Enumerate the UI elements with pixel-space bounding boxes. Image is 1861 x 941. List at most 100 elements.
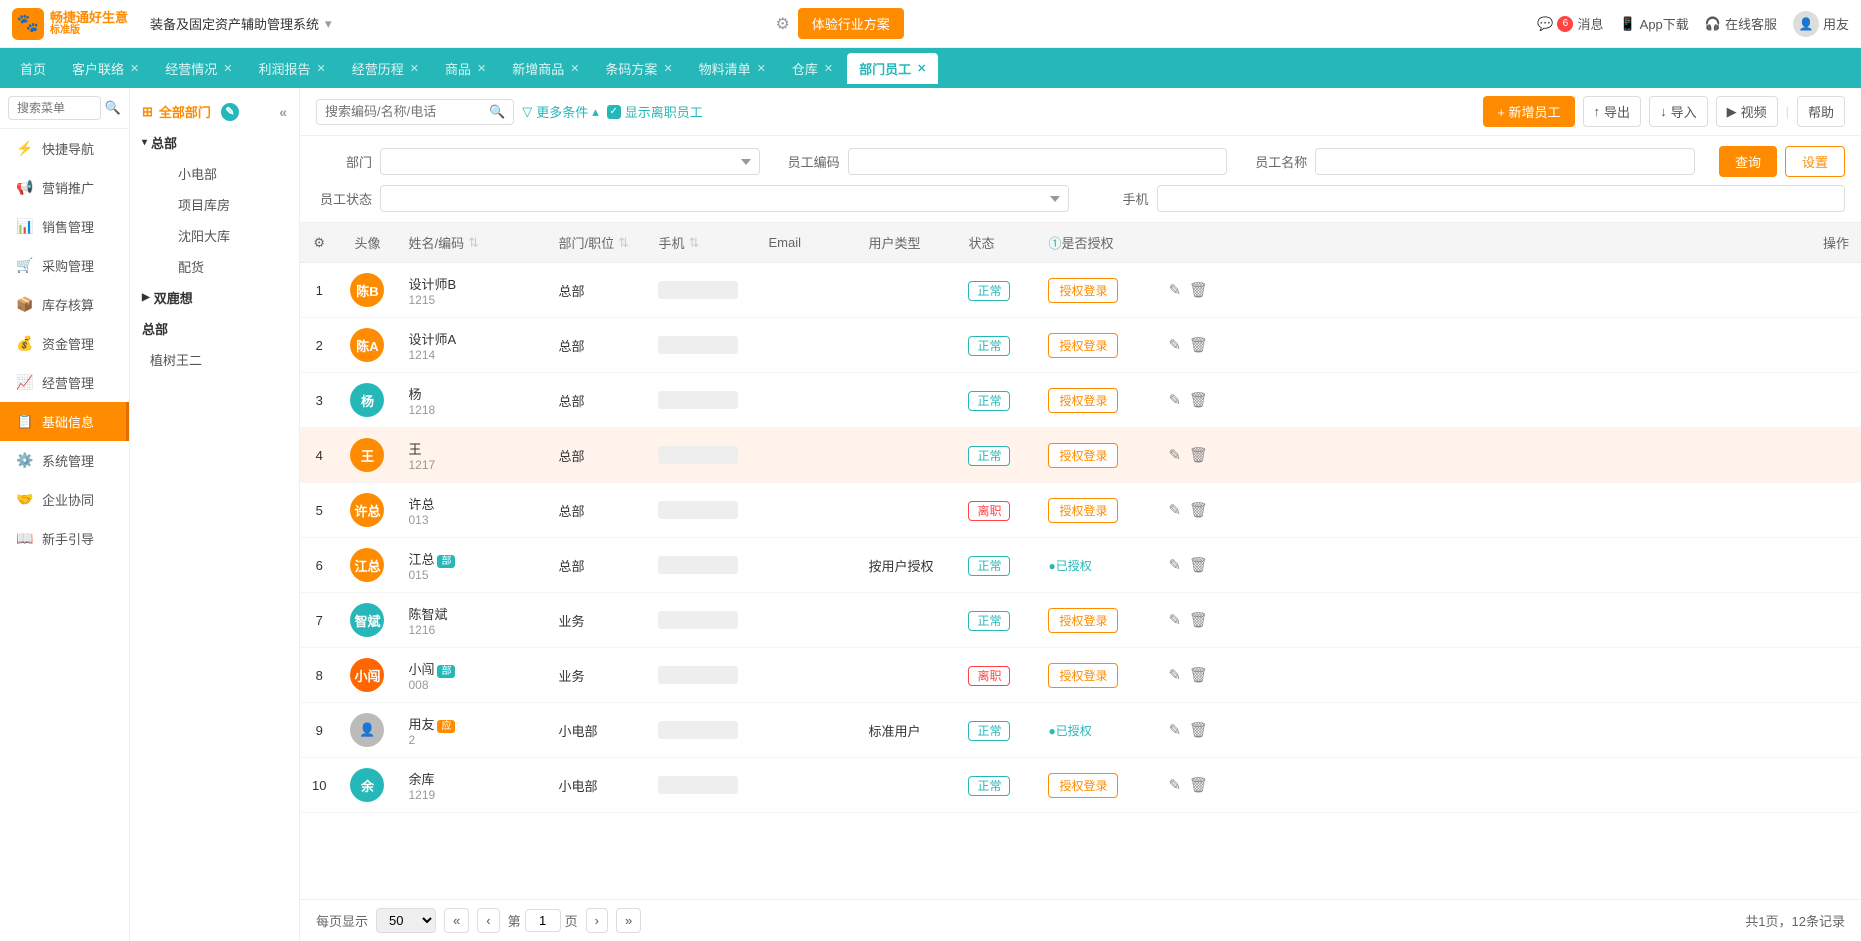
prev-page-btn[interactable]: ‹ <box>477 908 499 933</box>
tab-home[interactable]: 首页 <box>8 53 58 84</box>
status-select[interactable] <box>380 185 1069 212</box>
th-phone[interactable]: 手机 ⇅ <box>646 223 756 263</box>
delete-btn[interactable]: 🗑 <box>1189 281 1208 299</box>
edit-btn[interactable]: ✎ <box>1168 336 1181 354</box>
set-btn[interactable]: 设置 <box>1785 146 1845 177</box>
auth-btn[interactable]: 授权登录 <box>1048 443 1118 468</box>
auth-btn[interactable]: 授权登录 <box>1048 773 1118 798</box>
tab-warehouse[interactable]: 仓库✕ <box>780 53 845 84</box>
sidebar-item-management[interactable]: 📈 经营管理 <box>0 363 129 402</box>
emp-name-input[interactable] <box>1315 148 1695 175</box>
sidebar-item-finance[interactable]: 💰 资金管理 <box>0 324 129 363</box>
sidebar-item-marketing[interactable]: 📢 营销推广 <box>0 168 129 207</box>
delete-btn[interactable]: 🗑 <box>1189 391 1208 409</box>
close-new-goods-tab[interactable]: ✕ <box>570 62 579 75</box>
help-btn[interactable]: 帮助 <box>1797 96 1845 127</box>
close-history-tab[interactable]: ✕ <box>410 62 419 75</box>
sidebar-item-basic-info[interactable]: 📋 基础信息 <box>0 402 129 441</box>
more-filter-btn[interactable]: ▽ 更多条件 ▴ <box>522 102 599 121</box>
dept-item-peihuo[interactable]: 配货 <box>158 251 299 282</box>
delete-btn[interactable]: 🗑 <box>1189 721 1208 739</box>
edit-btn[interactable]: ✎ <box>1168 666 1181 684</box>
edit-btn[interactable]: ✎ <box>1168 611 1181 629</box>
tab-department[interactable]: 部门员工✕ <box>847 53 938 84</box>
edit-btn[interactable]: ✎ <box>1168 501 1181 519</box>
tab-history[interactable]: 经营历程✕ <box>340 53 431 84</box>
view-btn[interactable]: ▶ 视频 <box>1716 96 1778 127</box>
th-dept[interactable]: 部门/职位 ⇅ <box>546 223 646 263</box>
tab-goods[interactable]: 商品✕ <box>433 53 498 84</box>
auth-btn[interactable]: 授权登录 <box>1048 663 1118 688</box>
online-service-btn[interactable]: 🎧 在线客服 <box>1705 14 1777 33</box>
edit-btn[interactable]: ✎ <box>1168 281 1181 299</box>
delete-btn[interactable]: 🗑 <box>1189 501 1208 519</box>
page-current-input[interactable] <box>525 909 561 932</box>
close-bom-tab[interactable]: ✕ <box>757 62 766 75</box>
delete-btn[interactable]: 🗑 <box>1189 336 1208 354</box>
next-page-btn[interactable]: › <box>586 908 608 933</box>
sidebar-item-system[interactable]: ⚙️ 系统管理 <box>0 441 129 480</box>
sidebar-search-input[interactable] <box>8 96 101 120</box>
search-input[interactable] <box>325 104 485 119</box>
edit-btn[interactable]: ✎ <box>1168 446 1181 464</box>
page-size-select[interactable]: 50 20 100 <box>376 908 436 933</box>
gear-icon[interactable]: ⚙ <box>775 14 789 34</box>
auth-btn[interactable]: 授权登录 <box>1048 278 1118 303</box>
phone-input[interactable] <box>1157 185 1846 212</box>
tab-barcode[interactable]: 条码方案✕ <box>593 53 684 84</box>
query-btn[interactable]: 查询 <box>1719 146 1777 177</box>
delete-btn[interactable]: 🗑 <box>1189 611 1208 629</box>
tab-customer[interactable]: 客户联络✕ <box>60 53 151 84</box>
dept-item-zhishu[interactable]: 植树王二 <box>130 344 299 375</box>
dept-item-xiangmukufang[interactable]: 项目库房 <box>158 189 299 220</box>
close-barcode-tab[interactable]: ✕ <box>663 62 672 75</box>
auth-btn[interactable]: 授权登录 <box>1048 333 1118 358</box>
auth-btn[interactable]: 授权登录 <box>1048 388 1118 413</box>
dept-tree-header[interactable]: ⊞ 全部部门 ✎ « <box>130 96 299 127</box>
export-btn[interactable]: ↑ 导出 <box>1583 96 1642 127</box>
edit-btn[interactable]: ✎ <box>1168 776 1181 794</box>
show-resigned-checkbox[interactable]: 显示离职员工 <box>607 102 703 121</box>
sidebar-item-cooperation[interactable]: 🤝 企业协同 <box>0 480 129 519</box>
message-btn[interactable]: 💬 6 消息 <box>1537 14 1603 33</box>
last-page-btn[interactable]: » <box>616 908 641 933</box>
close-profit-tab[interactable]: ✕ <box>317 62 326 75</box>
dept-collapse-btn[interactable]: « <box>279 104 287 120</box>
auth-btn[interactable]: 授权登录 <box>1048 498 1118 523</box>
auth-btn[interactable]: 授权登录 <box>1048 608 1118 633</box>
sidebar-item-sales[interactable]: 📊 销售管理 <box>0 207 129 246</box>
dept-edit-icon[interactable]: ✎ <box>221 103 239 121</box>
import-btn[interactable]: ↓ 导入 <box>1649 96 1708 127</box>
dept-select[interactable] <box>380 148 760 175</box>
delete-btn[interactable]: 🗑 <box>1189 666 1208 684</box>
sidebar-item-quick-nav[interactable]: ⚡ 快捷导航 <box>0 129 129 168</box>
th-settings[interactable]: ⚙ <box>300 223 338 263</box>
first-page-btn[interactable]: « <box>444 908 469 933</box>
add-employee-btn[interactable]: + 新增员工 <box>1483 96 1574 127</box>
trial-btn[interactable]: 体验行业方案 <box>798 8 904 39</box>
user-profile[interactable]: 👤 用友 <box>1793 11 1849 37</box>
sidebar-item-inventory[interactable]: 📦 库存核算 <box>0 285 129 324</box>
close-department-tab[interactable]: ✕ <box>917 62 926 75</box>
tab-bom[interactable]: 物料清单✕ <box>687 53 778 84</box>
close-goods-tab[interactable]: ✕ <box>477 62 486 75</box>
sidebar-item-purchase[interactable]: 🛒 采购管理 <box>0 246 129 285</box>
title-dropdown-icon[interactable]: ▾ <box>325 16 332 32</box>
tab-new-goods[interactable]: 新增商品✕ <box>500 53 591 84</box>
info-icon[interactable]: ① <box>1048 236 1061 251</box>
app-download-btn[interactable]: 📱 App下载 <box>1619 14 1688 33</box>
th-name[interactable]: 姓名/编码 ⇅ <box>396 223 546 263</box>
delete-btn[interactable]: 🗑 <box>1189 446 1208 464</box>
edit-btn[interactable]: ✎ <box>1168 556 1181 574</box>
dept-item-xiaodibu[interactable]: 小电部 <box>158 158 299 189</box>
close-customer-tab[interactable]: ✕ <box>130 62 139 75</box>
dept-group-shuanglu[interactable]: ▶ 双鹿想 <box>130 282 299 313</box>
edit-btn[interactable]: ✎ <box>1168 391 1181 409</box>
tab-profit[interactable]: 利润报告✕ <box>246 53 337 84</box>
search-box[interactable]: 🔍 <box>316 99 514 125</box>
close-operation-tab[interactable]: ✕ <box>223 62 232 75</box>
dept-item-shenyangdaku[interactable]: 沈阳大库 <box>158 220 299 251</box>
emp-code-input[interactable] <box>848 148 1228 175</box>
delete-btn[interactable]: 🗑 <box>1189 776 1208 794</box>
tab-operation[interactable]: 经营情况✕ <box>153 53 244 84</box>
